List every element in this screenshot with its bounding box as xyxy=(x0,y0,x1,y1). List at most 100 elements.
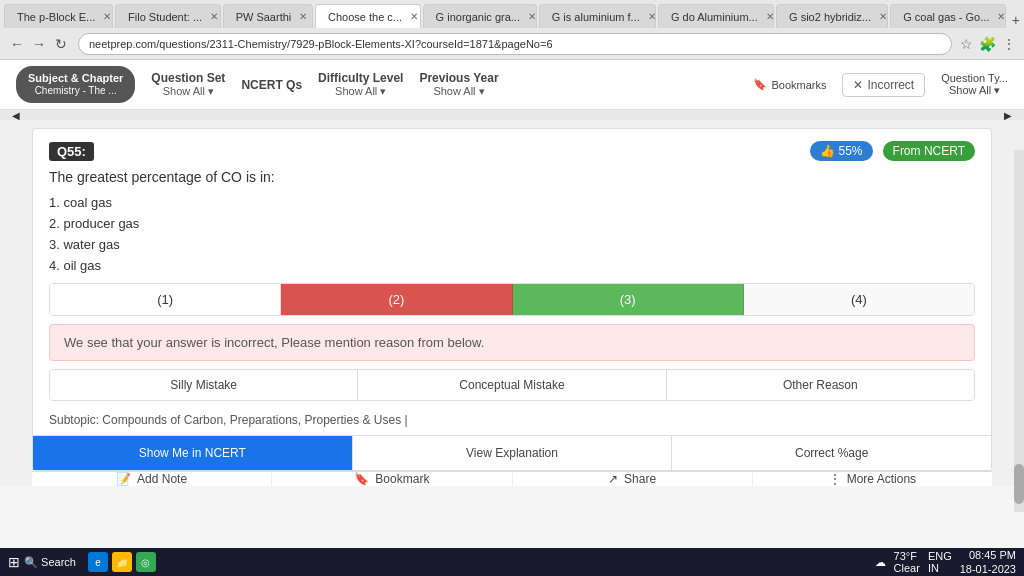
tab-5-label: G inorganic gra... xyxy=(436,11,520,23)
weather-desc: Clear xyxy=(894,562,920,574)
scroll-right-btn[interactable]: ▶ xyxy=(1004,110,1012,121)
question-type-filter[interactable]: Question Ty... Show All ▾ xyxy=(941,72,1008,97)
tab-5[interactable]: G inorganic gra... ✕ xyxy=(423,4,537,28)
question-type-value: Show All ▾ xyxy=(949,84,1000,97)
taskbar-right: ☁ 73°F Clear ENG IN 08:45 PM 18-01-2023 xyxy=(875,548,1016,576)
new-tab-btn[interactable]: + xyxy=(1012,12,1020,28)
prev-year-label: Previous Year xyxy=(419,71,498,85)
tab-9-label: G coal gas - Go... xyxy=(903,11,989,23)
option-2-num: 2. xyxy=(49,216,60,231)
weather-icon: ☁ xyxy=(875,556,886,569)
tab-6[interactable]: G is aluminium f... ✕ xyxy=(539,4,656,28)
tab-5-close[interactable]: ✕ xyxy=(528,11,536,22)
bookmark-action-icon: 🔖 xyxy=(354,472,369,486)
tab-8-close[interactable]: ✕ xyxy=(879,11,887,22)
tab-7-label: G do Aluminium... xyxy=(671,11,758,23)
back-button[interactable]: ← xyxy=(8,35,26,53)
add-note-label: Add Note xyxy=(137,472,187,486)
tab-9[interactable]: G coal gas - Go... ✕ xyxy=(890,4,1006,28)
subject-chapter-filter[interactable]: Subject & Chapter Chemistry - The ... xyxy=(16,66,135,103)
refresh-button[interactable]: ↻ xyxy=(52,35,70,53)
tab-2[interactable]: Filo Student: ... ✕ xyxy=(115,4,221,28)
ncert-filter[interactable]: NCERT Qs xyxy=(241,78,302,92)
share-action[interactable]: ↗ Share xyxy=(513,472,753,486)
bookmark-star-icon[interactable]: ☆ xyxy=(960,36,973,52)
question-set-filter[interactable]: Question Set Show All ▾ xyxy=(151,71,225,98)
tab-7[interactable]: G do Aluminium... ✕ xyxy=(658,4,774,28)
question-header: Q55: 👍 55% From NCERT xyxy=(33,129,991,169)
correct-percentage-btn[interactable]: Correct %age xyxy=(672,436,991,470)
tab-8-label: G sio2 hybridiz... xyxy=(789,11,871,23)
reason-other-btn[interactable]: Other Reason xyxy=(667,370,974,400)
url-text: neetprep.com/questions/2311-Chemistry/79… xyxy=(89,38,553,50)
option-2-text: producer gas xyxy=(63,216,139,231)
tab-7-close[interactable]: ✕ xyxy=(766,11,774,22)
show-ncert-btn[interactable]: Show Me in NCERT xyxy=(33,436,353,470)
action-buttons: Show Me in NCERT View Explanation Correc… xyxy=(33,435,991,470)
tab-8[interactable]: G sio2 hybridiz... ✕ xyxy=(776,4,888,28)
more-actions-label: More Actions xyxy=(847,472,916,486)
option-4-text: oil gas xyxy=(63,258,101,273)
tab-6-close[interactable]: ✕ xyxy=(648,11,656,22)
add-note-icon: 📝 xyxy=(116,472,131,486)
add-note-action[interactable]: 📝 Add Note xyxy=(32,472,272,486)
answer-btn-2[interactable]: (2) xyxy=(281,284,512,315)
bookmark-icon: 🔖 xyxy=(753,78,767,91)
view-explanation-btn[interactable]: View Explanation xyxy=(353,436,673,470)
share-label: Share xyxy=(624,472,656,486)
scrollbar[interactable] xyxy=(1014,150,1024,512)
options-list: 1. coal gas 2. producer gas 3. water gas… xyxy=(33,195,991,283)
reason-conceptual-btn[interactable]: Conceptual Mistake xyxy=(358,370,666,400)
extensions-icon[interactable]: 🧩 xyxy=(979,36,996,52)
option-3-num: 3. xyxy=(49,237,60,252)
subtopic: Subtopic: Compounds of Carbon, Preparati… xyxy=(33,409,991,435)
option-3-text: water gas xyxy=(63,237,119,252)
subject-value: Chemistry - The ... xyxy=(35,85,117,97)
ncert-label: NCERT Qs xyxy=(241,78,302,92)
x-icon: ✕ xyxy=(853,78,863,92)
prev-year-filter[interactable]: Previous Year Show All ▾ xyxy=(419,71,498,98)
tab-4-close[interactable]: ✕ xyxy=(410,11,418,22)
answer-btn-3[interactable]: (3) xyxy=(513,284,744,315)
more-icon: ⋮ xyxy=(829,472,841,486)
browser-menu-icon[interactable]: ⋮ xyxy=(1002,36,1016,52)
taskbar-explorer-icon[interactable]: 📁 xyxy=(112,552,132,572)
tab-2-close[interactable]: ✕ xyxy=(210,11,218,22)
answer-btn-1[interactable]: (1) xyxy=(50,284,281,315)
tab-3-close[interactable]: ✕ xyxy=(299,11,307,22)
reason-silly-btn[interactable]: Silly Mistake xyxy=(50,370,358,400)
bookmark-label: Bookmark xyxy=(375,472,429,486)
tab-6-label: G is aluminium f... xyxy=(552,11,640,23)
search-taskbar-icon[interactable]: 🔍 Search xyxy=(24,556,76,569)
answer-btn-4[interactable]: (4) xyxy=(744,284,974,315)
option-1[interactable]: 1. coal gas xyxy=(49,195,975,210)
tab-1-close[interactable]: ✕ xyxy=(103,11,111,22)
tab-2-label: Filo Student: ... xyxy=(128,11,202,23)
forward-button[interactable]: → xyxy=(30,35,48,53)
tab-3[interactable]: PW Saarthi ✕ xyxy=(223,4,313,28)
taskbar-chrome-icon[interactable]: ◎ xyxy=(136,552,156,572)
ncert-badge: From NCERT xyxy=(883,141,975,161)
start-btn[interactable]: ⊞ xyxy=(8,554,20,570)
option-3[interactable]: 3. water gas xyxy=(49,237,975,252)
option-1-num: 1. xyxy=(49,195,60,210)
tab-4[interactable]: Choose the c... ✕ xyxy=(315,4,421,28)
question-set-value: Show All ▾ xyxy=(163,85,214,98)
incorrect-label: Incorrect xyxy=(867,78,914,92)
more-actions-action[interactable]: ⋮ More Actions xyxy=(753,472,992,486)
taskbar-edge-icon[interactable]: e xyxy=(88,552,108,572)
incorrect-filter-btn[interactable]: ✕ Incorrect xyxy=(842,73,925,97)
bookmarks-btn[interactable]: 🔖 Bookmarks xyxy=(753,78,826,91)
scrollbar-thumb[interactable] xyxy=(1014,464,1024,504)
time-display: 08:45 PM xyxy=(960,548,1016,562)
difficulty-label: Difficulty Level xyxy=(318,71,403,85)
scroll-left-btn[interactable]: ◀ xyxy=(12,110,20,121)
option-4[interactable]: 4. oil gas xyxy=(49,258,975,273)
option-2[interactable]: 2. producer gas xyxy=(49,216,975,231)
question-number: Q55: xyxy=(49,142,94,161)
bookmark-action[interactable]: 🔖 Bookmark xyxy=(272,472,512,486)
address-bar[interactable]: neetprep.com/questions/2311-Chemistry/79… xyxy=(78,33,952,55)
difficulty-filter[interactable]: Difficulty Level Show All ▾ xyxy=(318,71,403,98)
tab-9-close[interactable]: ✕ xyxy=(997,11,1005,22)
tab-1[interactable]: The p-Block E... ✕ xyxy=(4,4,113,28)
